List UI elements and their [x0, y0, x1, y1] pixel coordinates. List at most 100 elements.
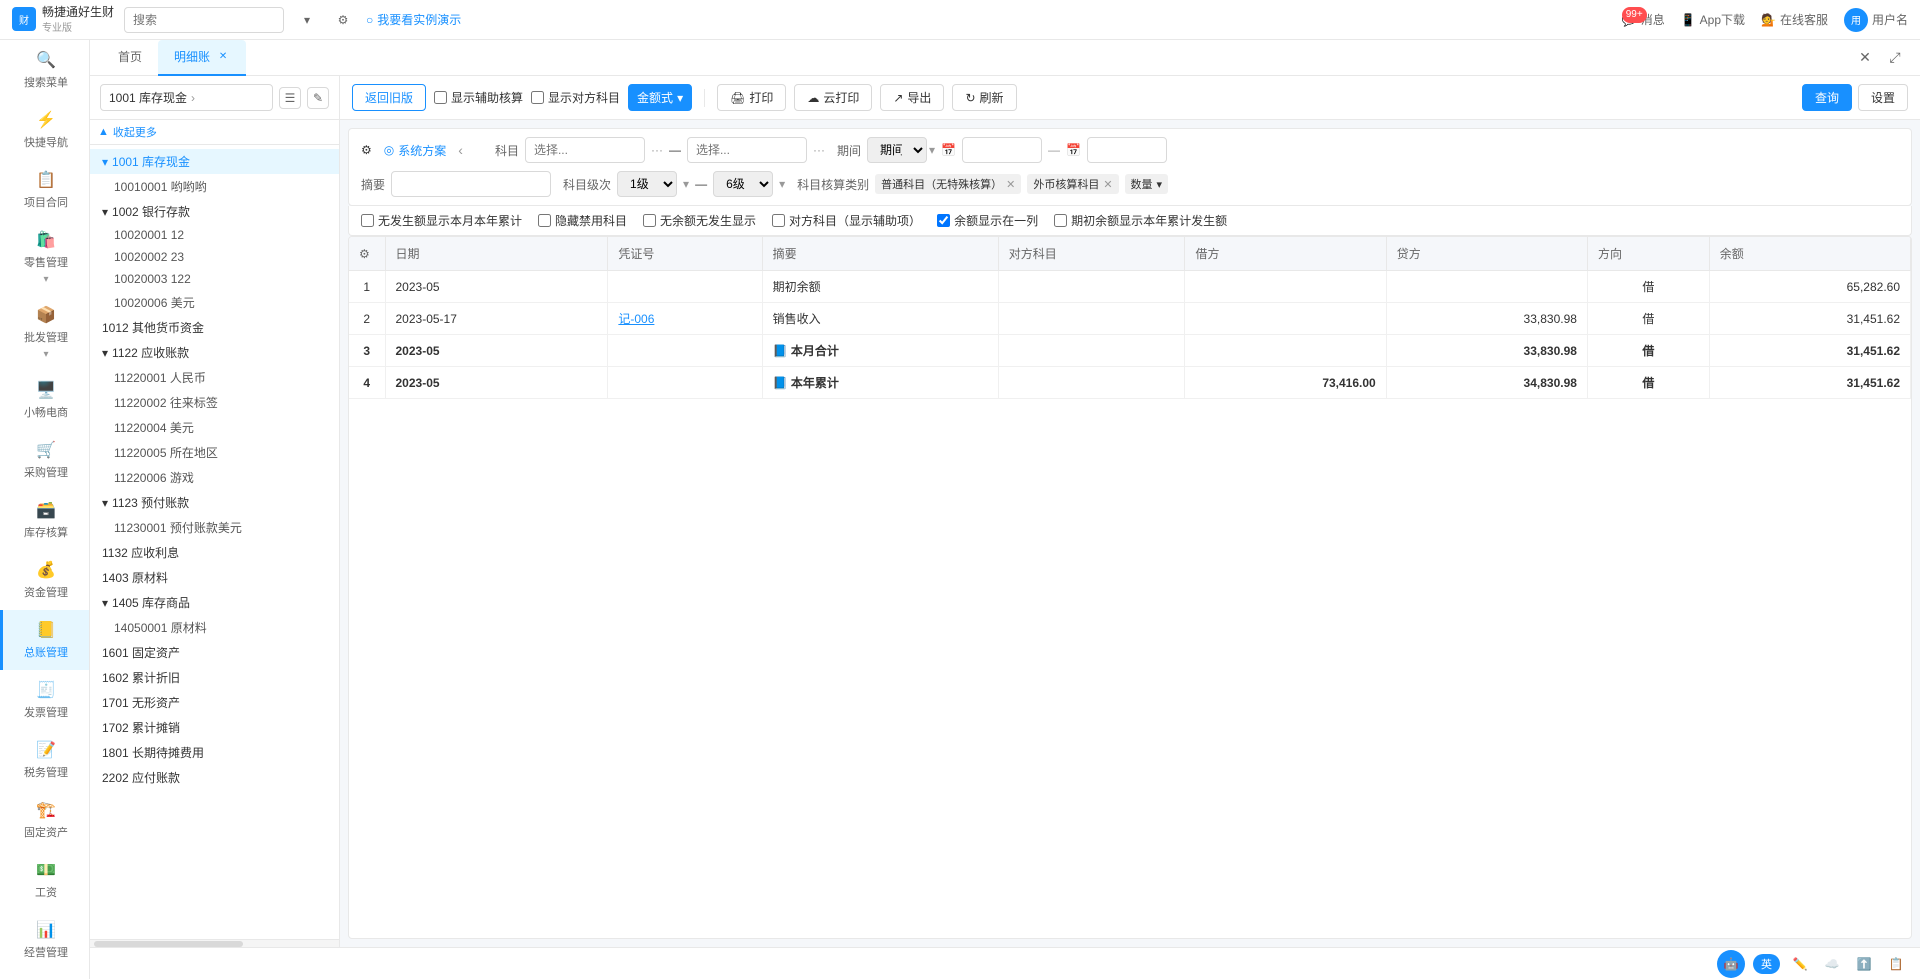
settings-btn[interactable]: 设置 — [1858, 84, 1908, 111]
summary-input[interactable] — [391, 171, 551, 197]
hide-disabled-input[interactable] — [538, 214, 551, 227]
app-download-btn[interactable]: 📱 App下载 — [1681, 11, 1745, 28]
balance-one-row-input[interactable] — [937, 214, 950, 227]
clipboard-icon-btn[interactable]: 📋 — [1884, 952, 1908, 976]
assistant-btn[interactable]: 🤖 — [1717, 950, 1745, 978]
tree-item-1403[interactable]: 1403 原材料 — [90, 565, 339, 590]
sidebar-item-operations[interactable]: 📊 经营管理 — [0, 910, 89, 970]
demo-link[interactable]: ○ 我要看实例演示 — [366, 11, 461, 28]
show-opposite-input[interactable] — [531, 91, 544, 104]
tree-item-11220006[interactable]: 11220006 游戏 — [90, 465, 339, 490]
tree-item-1602[interactable]: 1602 累计折旧 — [90, 665, 339, 690]
settings-top-icon[interactable]: ⚙ — [330, 7, 356, 33]
cloud-print-btn[interactable]: ☁ 云打印 — [794, 84, 872, 111]
tag-quantity[interactable]: 数量 ▾ — [1125, 174, 1169, 194]
tree-item-11220005[interactable]: 11220005 所在地区 — [90, 440, 339, 465]
tree-list-icon[interactable]: ☰ — [279, 87, 301, 109]
tab-close-btn[interactable]: ✕ — [1852, 45, 1878, 71]
beginning-balance-input[interactable] — [1054, 214, 1067, 227]
period-type-select[interactable]: 期间 — [867, 137, 927, 163]
sidebar-item-reports[interactable]: 📑 小畅报销 — [0, 970, 89, 979]
sidebar-item-retail[interactable]: 🛍️ 零售管理 ▾ — [0, 220, 89, 295]
sidebar-item-wholesale[interactable]: 📦 批发管理 ▾ — [0, 295, 89, 370]
th-settings[interactable]: ⚙ — [349, 237, 385, 271]
subject-end-input[interactable] — [687, 137, 807, 163]
tree-item-11220004[interactable]: 11220004 美元 — [90, 415, 339, 440]
tag-foreign-currency[interactable]: 外币核算科目 ✕ — [1027, 174, 1118, 194]
sidebar-item-ecommerce[interactable]: 🖥️ 小畅电商 — [0, 370, 89, 430]
user-menu[interactable]: 用 用户名 — [1844, 8, 1908, 32]
subject-start-input[interactable] — [525, 137, 645, 163]
tree-item-1702[interactable]: 1702 累计摊销 — [90, 715, 339, 740]
level-to-select[interactable]: 6级 — [713, 171, 773, 197]
tree-item-10020002[interactable]: 10020002 23 — [90, 246, 339, 268]
tree-item-14050001[interactable]: 14050001 原材料 — [90, 615, 339, 640]
tab-expand-btn[interactable]: ⤢ — [1882, 45, 1908, 71]
checkbox-balance-one-row[interactable]: 余额显示在一列 — [937, 212, 1038, 229]
collapse-more-btn[interactable]: ▲ 收起更多 — [90, 120, 339, 145]
period-start-input[interactable]: 2023-05 — [962, 137, 1042, 163]
tree-item-10020006[interactable]: 10020006 美元 — [90, 290, 339, 315]
filter-collapse-btn[interactable]: ‹ — [458, 142, 463, 158]
sidebar-item-invoice[interactable]: 🧾 发票管理 — [0, 670, 89, 730]
sidebar-item-fixed-assets[interactable]: 🏗️ 固定资产 — [0, 790, 89, 850]
level-from-select[interactable]: 1级 — [617, 171, 677, 197]
show-opposite-checkbox[interactable]: 显示对方科目 — [531, 89, 620, 106]
checkbox-no-occur[interactable]: 无发生额显示本月本年累计 — [361, 212, 522, 229]
export-btn[interactable]: ↗ 导出 — [880, 84, 944, 111]
tree-item-10010001[interactable]: 10010001 哟哟哟 — [90, 174, 339, 199]
dropdown-icon[interactable]: ▾ — [294, 7, 320, 33]
checkbox-opposite-aux[interactable]: 对方科目（显示辅助项） — [772, 212, 921, 229]
subject-selector[interactable]: 1001 库存现金 › — [100, 84, 273, 111]
scheme-btn[interactable]: ◎ 系统方案 — [384, 142, 447, 159]
no-balance-input[interactable] — [643, 214, 656, 227]
tab-detail[interactable]: 明细账 ✕ — [158, 40, 246, 76]
scrollbar-thumb[interactable] — [94, 941, 243, 947]
checkbox-hide-disabled[interactable]: 隐藏禁用科目 — [538, 212, 627, 229]
tree-item-1801[interactable]: 1801 长期待摊费用 — [90, 740, 339, 765]
tree-item-1002[interactable]: ▾ 1002 银行存款 — [90, 199, 339, 224]
tree-item-11220001[interactable]: 11220001 人民币 — [90, 365, 339, 390]
search-input[interactable] — [124, 7, 284, 33]
sidebar-item-tax[interactable]: 📝 税务管理 — [0, 730, 89, 790]
sidebar-item-project[interactable]: 📋 项目合同 — [0, 160, 89, 220]
cloud-icon-btn[interactable]: ☁️ — [1820, 952, 1844, 976]
sidebar-item-quick-nav[interactable]: ⚡ 快捷导航 — [0, 100, 89, 160]
sidebar-item-search[interactable]: 🔍 搜索菜单 — [0, 40, 89, 100]
filter-toggle-btn[interactable]: ⚙ — [361, 143, 372, 157]
return-old-btn[interactable]: 返回旧版 — [352, 84, 426, 111]
checkbox-beginning-balance[interactable]: 期初余额显示本年累计发生额 — [1054, 212, 1227, 229]
tree-item-1701[interactable]: 1701 无形资产 — [90, 690, 339, 715]
td-voucher[interactable]: 记-006 — [608, 303, 762, 335]
tree-item-11230001[interactable]: 11230001 预付账款美元 — [90, 515, 339, 540]
show-aux-checkbox[interactable]: 显示辅助核算 — [434, 89, 523, 106]
tree-item-2202[interactable]: 2202 应付账款 — [90, 765, 339, 790]
tab-close-icon[interactable]: ✕ — [216, 50, 230, 64]
tree-item-11220002[interactable]: 11220002 往来标签 — [90, 390, 339, 415]
tree-item-1405[interactable]: ▾ 1405 库存商品 — [90, 590, 339, 615]
query-btn[interactable]: 查询 — [1802, 84, 1852, 111]
checkbox-no-balance[interactable]: 无余额无发生显示 — [643, 212, 756, 229]
no-occur-input[interactable] — [361, 214, 374, 227]
online-service-btn[interactable]: 💁 在线客服 — [1761, 11, 1828, 28]
sidebar-item-purchase[interactable]: 🛒 采购管理 — [0, 430, 89, 490]
lang-btn[interactable]: 英 — [1753, 954, 1780, 974]
tag-close-icon2[interactable]: ✕ — [1103, 178, 1112, 191]
sidebar-item-capital[interactable]: 💰 资金管理 — [0, 550, 89, 610]
message-btn[interactable]: 💬 99+ 消息 — [1622, 11, 1665, 28]
sidebar-item-ledger[interactable]: 📒 总账管理 — [0, 610, 89, 670]
tab-home[interactable]: 首页 — [102, 40, 158, 76]
sidebar-item-inventory[interactable]: 🗃️ 库存核算 — [0, 490, 89, 550]
tree-item-10020003[interactable]: 10020003 122 — [90, 268, 339, 290]
tag-close-icon[interactable]: ✕ — [1006, 178, 1015, 191]
display-style-btn[interactable]: 金额式 ▾ — [628, 84, 692, 111]
refresh-btn[interactable]: ↻ 刷新 — [952, 84, 1016, 111]
tree-item-1132[interactable]: 1132 应收利息 — [90, 540, 339, 565]
opposite-aux-input[interactable] — [772, 214, 785, 227]
show-aux-input[interactable] — [434, 91, 447, 104]
tag-normal-subject[interactable]: 普通科目（无特殊核算） ✕ — [875, 174, 1021, 194]
tree-edit-icon[interactable]: ✎ — [307, 87, 329, 109]
edit-icon-btn[interactable]: ✏️ — [1788, 952, 1812, 976]
tree-item-10020001[interactable]: 10020001 12 — [90, 224, 339, 246]
tree-item-1123[interactable]: ▾ 1123 预付账款 — [90, 490, 339, 515]
